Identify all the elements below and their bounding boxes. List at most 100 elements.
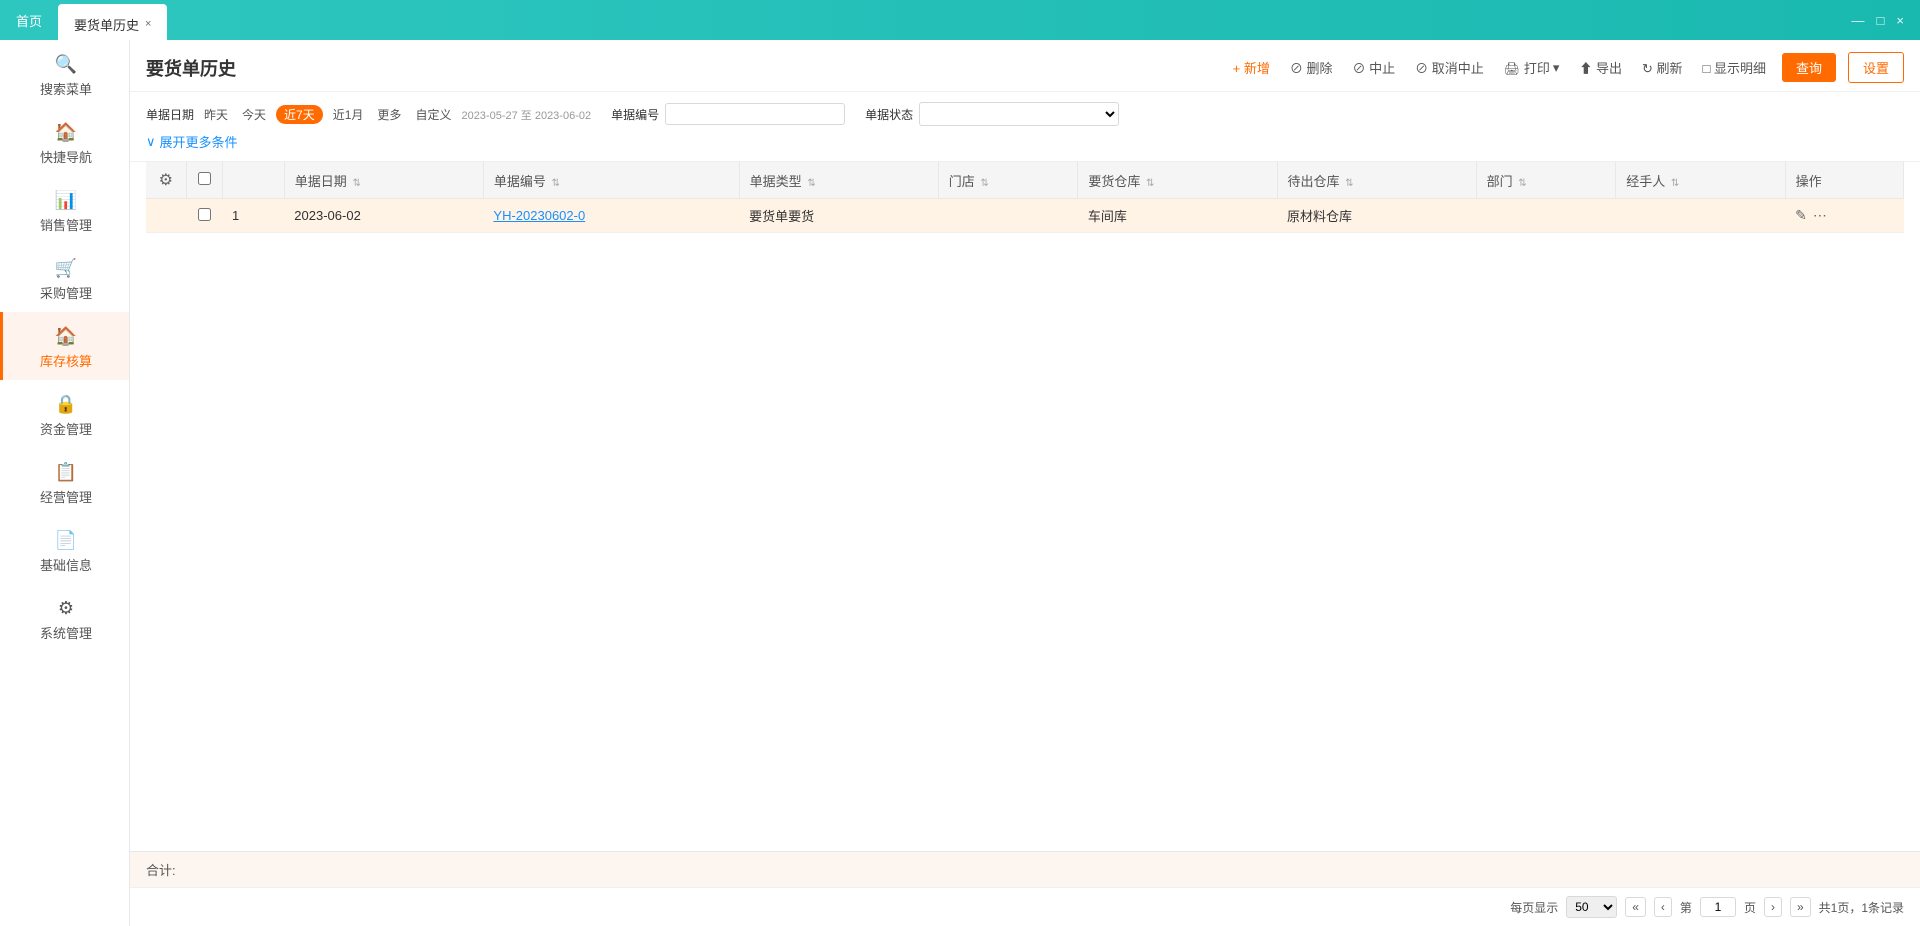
sidebar-item-finance[interactable]: 🔒 资金管理 <box>0 380 129 448</box>
row-settings <box>146 199 186 233</box>
per-page-select[interactable]: 50 100 200 <box>1566 896 1617 918</box>
shortcut-more[interactable]: 更多 <box>373 105 405 124</box>
window-maximize-icon[interactable]: □ <box>1877 13 1885 28</box>
sort-pending-warehouse-icon[interactable]: ⇅ <box>1345 178 1353 189</box>
row-store <box>938 199 1078 233</box>
row-select-checkbox[interactable] <box>198 208 211 221</box>
content-area: 要货单历史 + 新增 ⊘ 删除 ⊘ 中止 ⊘ 取消中止 🖨 打印 ▾ <box>130 40 1920 926</box>
new-button[interactable]: + 新增 <box>1229 56 1274 79</box>
shortcut-7days[interactable]: 近7天 <box>276 105 323 124</box>
row-date: 2023-06-02 <box>284 199 483 233</box>
col-store: 门店 ⇅ <box>938 162 1078 199</box>
stop-button[interactable]: ⊘ 中止 <box>1348 56 1399 79</box>
sort-store-icon[interactable]: ⇅ <box>980 178 988 189</box>
col-pending-warehouse: 待出仓库 ⇅ <box>1277 162 1476 199</box>
page-title: 要货单历史 <box>146 55 236 81</box>
row-req-warehouse: 车间库 <box>1078 199 1277 233</box>
top-bar-right: — □ × <box>1852 13 1920 28</box>
page-label: 第 <box>1680 899 1692 916</box>
sidebar-item-basic-info[interactable]: 📄 基础信息 <box>0 516 129 584</box>
expand-down-icon: ∨ <box>146 134 156 150</box>
table-settings-icon[interactable]: ⚙ <box>159 172 173 189</box>
per-page-label: 每页显示 <box>1510 899 1558 916</box>
sort-handler-icon[interactable]: ⇅ <box>1671 178 1679 189</box>
row-edit-icon[interactable]: ✎ <box>1795 207 1807 224</box>
doc-no-label: 单据编号 <box>611 106 659 123</box>
date-shortcuts: 昨天 今天 近7天 近1月 更多 自定义 <box>200 105 455 124</box>
sidebar-item-operations[interactable]: 📋 经营管理 <box>0 448 129 516</box>
col-action: 操作 <box>1785 162 1903 199</box>
filter-row-1: 单据日期 昨天 今天 近7天 近1月 更多 自定义 2023-05-27 至 2… <box>146 102 1904 126</box>
page-suffix: 页 <box>1744 899 1756 916</box>
sidebar-item-quick-nav[interactable]: 🏠 快捷导航 <box>0 108 129 176</box>
select-all-checkbox[interactable] <box>198 172 211 185</box>
date-filter-label: 单据日期 <box>146 106 194 123</box>
row-doc-no-link[interactable]: YH-20230602-0 <box>493 208 585 223</box>
document-icon: 📄 <box>55 530 77 551</box>
tab-order-history[interactable]: 要货单历史 × <box>58 4 167 44</box>
date-filter: 单据日期 昨天 今天 近7天 近1月 更多 自定义 2023-05-27 至 2… <box>146 105 591 124</box>
total-info: 共1页，1条记录 <box>1819 899 1904 916</box>
cancel-stop-button[interactable]: ⊘ 取消中止 <box>1411 56 1488 79</box>
sort-date-icon[interactable]: ⇅ <box>352 178 360 189</box>
chart-icon: 📊 <box>55 190 77 211</box>
col-doc-type: 单据类型 ⇅ <box>739 162 938 199</box>
table-container: ⚙ 单据日期 ⇅ 单据编号 ⇅ <box>130 162 1920 851</box>
sort-req-warehouse-icon[interactable]: ⇅ <box>1146 178 1154 189</box>
row-department <box>1476 199 1616 233</box>
doc-no-filter: 单据编号 <box>611 103 845 125</box>
print-button[interactable]: 🖨 打印 ▾ <box>1500 56 1564 79</box>
col-checkbox <box>186 162 222 199</box>
sidebar-item-system[interactable]: ⚙ 系统管理 <box>0 584 129 652</box>
page-header: 要货单历史 + 新增 ⊘ 删除 ⊘ 中止 ⊘ 取消中止 🖨 打印 ▾ <box>130 40 1920 92</box>
sort-docno-icon[interactable]: ⇅ <box>552 178 560 189</box>
col-seq <box>222 162 284 199</box>
row-pending-warehouse: 原材料仓库 <box>1277 199 1476 233</box>
sidebar-item-search[interactable]: 🔍 搜索菜单 <box>0 40 129 108</box>
last-page-button[interactable]: » <box>1790 897 1811 917</box>
sort-doctype-icon[interactable]: ⇅ <box>807 178 815 189</box>
window-close-icon[interactable]: × <box>1896 13 1904 28</box>
delete-button[interactable]: ⊘ 删除 <box>1286 56 1337 79</box>
status-select[interactable] <box>919 102 1119 126</box>
display-detail-button[interactable]: □ 显示明细 <box>1699 56 1770 79</box>
shortcut-custom[interactable]: 自定义 <box>411 105 455 124</box>
col-department: 部门 ⇅ <box>1476 162 1616 199</box>
sort-dept-icon[interactable]: ⇅ <box>1518 178 1526 189</box>
row-more-icon[interactable]: ⋯ <box>1813 207 1827 224</box>
page-input[interactable] <box>1700 897 1736 917</box>
shortcut-today[interactable]: 今天 <box>238 105 270 124</box>
main-layout: 🔍 搜索菜单 🏠 快捷导航 📊 销售管理 🛒 采购管理 🏠 库存核算 🔒 资金管… <box>0 40 1920 926</box>
sidebar-item-purchase[interactable]: 🛒 采购管理 <box>0 244 129 312</box>
export-button[interactable]: ⬆ 导出 <box>1575 56 1626 79</box>
tab-home[interactable]: 首页 <box>0 0 58 40</box>
first-page-button[interactable]: « <box>1625 897 1646 917</box>
doc-no-input[interactable] <box>665 103 845 125</box>
table-row: 1 2023-06-02 YH-20230602-0 要货单要货 车间库 原材料… <box>146 199 1904 233</box>
shortcut-1month[interactable]: 近1月 <box>329 105 368 124</box>
col-req-warehouse: 要货仓库 ⇅ <box>1078 162 1277 199</box>
print-dropdown-icon[interactable]: ▾ <box>1553 60 1560 76</box>
prev-page-button[interactable]: ‹ <box>1654 897 1672 917</box>
filter-area: 单据日期 昨天 今天 近7天 近1月 更多 自定义 2023-05-27 至 2… <box>130 92 1920 162</box>
query-button[interactable]: 查询 <box>1782 53 1836 82</box>
tab-close-icon[interactable]: × <box>145 18 151 30</box>
status-filter: 单据状态 <box>865 102 1119 126</box>
window-minimize-icon[interactable]: — <box>1852 13 1865 28</box>
gear-icon: ⚙ <box>58 598 74 619</box>
setting-button[interactable]: 设置 <box>1848 52 1904 83</box>
row-checkbox <box>186 199 222 233</box>
next-page-button[interactable]: › <box>1764 897 1782 917</box>
footer-total-label: 合计: <box>146 860 176 879</box>
refresh-button[interactable]: ↻ 刷新 <box>1638 56 1687 79</box>
date-range-display: 2023-05-27 至 2023-06-02 <box>461 107 591 123</box>
cart-icon: 🛒 <box>55 258 77 279</box>
row-actions: ✎ ⋯ <box>1785 199 1903 233</box>
search-icon: 🔍 <box>55 54 77 75</box>
sidebar-item-inventory[interactable]: 🏠 库存核算 <box>0 312 129 380</box>
shortcut-yesterday[interactable]: 昨天 <box>200 105 232 124</box>
inventory-icon: 🏠 <box>55 326 77 347</box>
sidebar-item-sales[interactable]: 📊 销售管理 <box>0 176 129 244</box>
clipboard-icon: 📋 <box>55 462 77 483</box>
expand-more[interactable]: ∨ 展开更多条件 <box>146 132 1904 151</box>
